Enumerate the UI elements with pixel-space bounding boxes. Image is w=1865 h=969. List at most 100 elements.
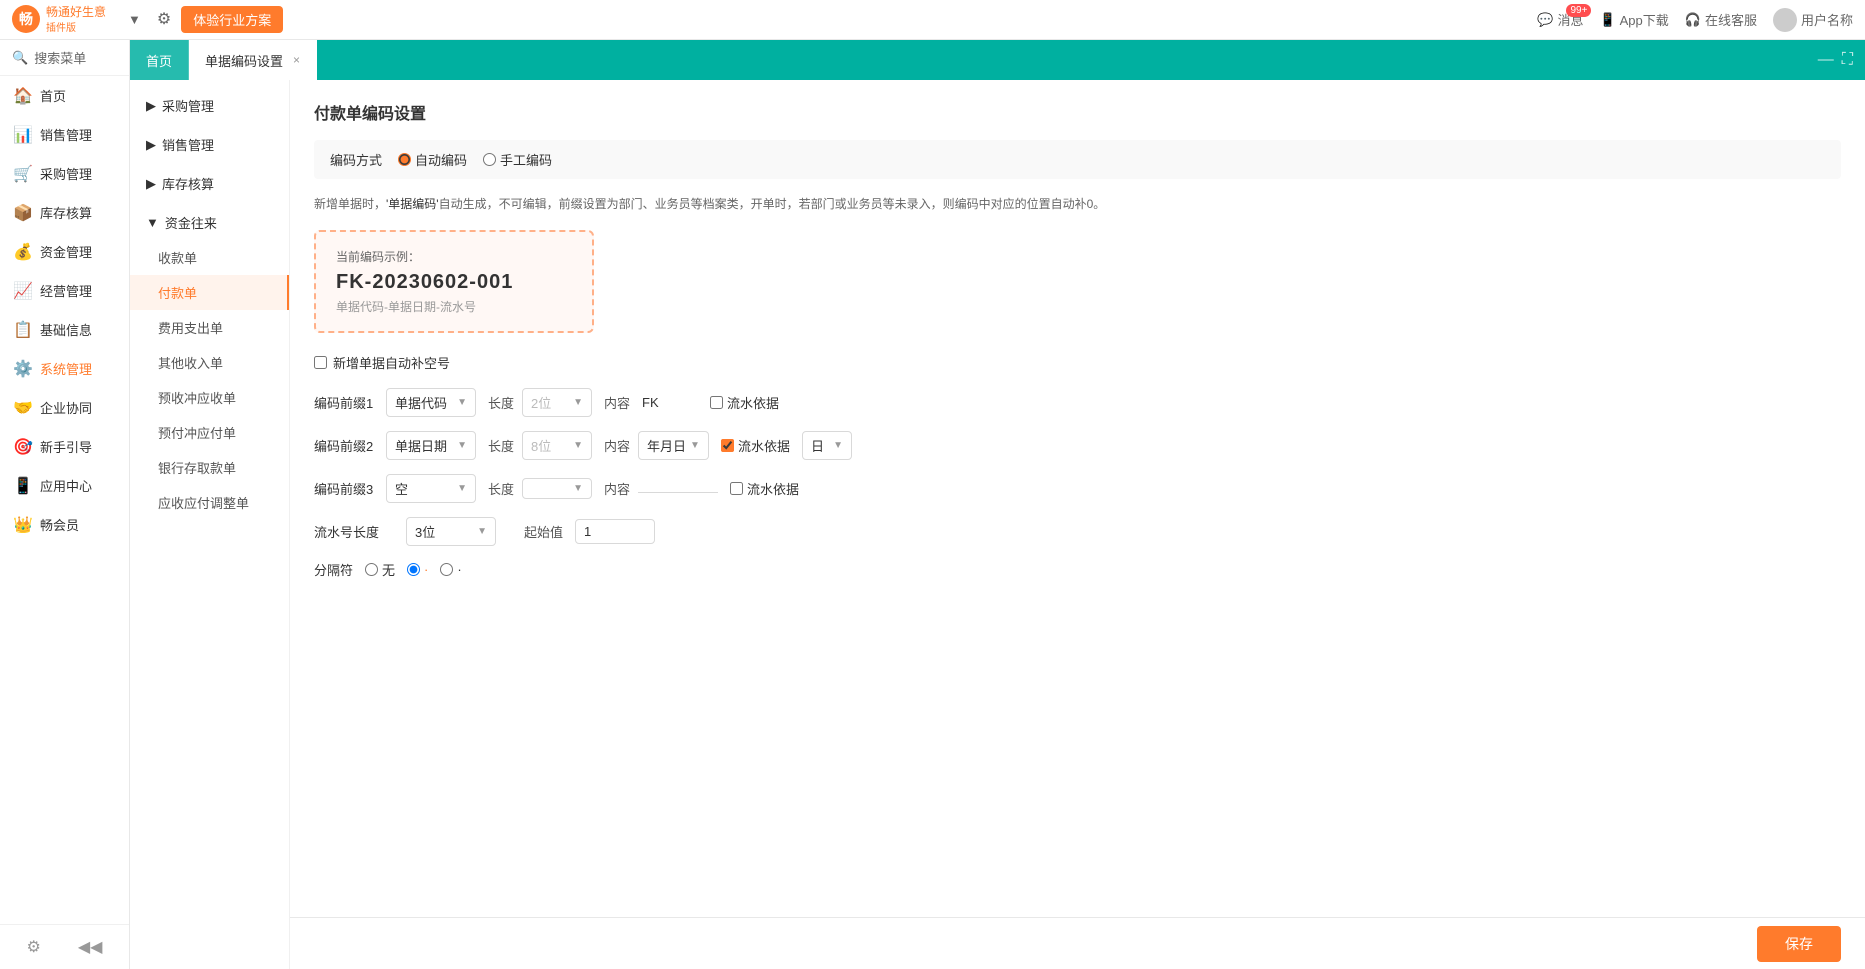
sidebar-item-member[interactable]: 👑 畅会员 — [0, 505, 129, 544]
subnav-item-expense[interactable]: 费用支出单 — [130, 310, 289, 345]
sidebar-settings-btn[interactable]: ⚙ — [23, 933, 45, 961]
encoding-method-row: 编码方式 自动编码 手工编码 — [314, 140, 1841, 179]
length3-select[interactable]: ▼ — [522, 478, 592, 499]
prefix2-select[interactable]: 单据日期 ▼ — [386, 431, 476, 460]
length2-select[interactable]: 8位 ▼ — [522, 431, 592, 460]
stream1-input[interactable] — [710, 396, 723, 409]
manual-encode-option[interactable]: 手工编码 — [483, 150, 552, 169]
length2-label: 长度 — [488, 436, 514, 455]
content2-select[interactable]: 年月日 ▼ — [638, 431, 709, 460]
subnav-inventory-title[interactable]: ▶ 库存核算 — [130, 166, 289, 201]
auto-encode-option[interactable]: 自动编码 — [398, 150, 467, 169]
sep-dash-radio[interactable] — [407, 563, 420, 576]
sidebar-item-sales[interactable]: 📊 销售管理 — [0, 115, 129, 154]
message-icon: 💬 — [1537, 12, 1553, 28]
prefix2-label: 编码前缀2 — [314, 436, 374, 455]
content-with-subnav: ▶ 采购管理 ▶ 销售管理 ▶ 库存核算 — [130, 80, 1865, 969]
sidebar-item-finance[interactable]: 💰 资金管理 — [0, 232, 129, 271]
content1-label: 内容 — [604, 393, 630, 412]
sidebar-item-inventory[interactable]: 📦 库存核算 — [0, 193, 129, 232]
sidebar-item-home[interactable]: 🏠 首页 — [0, 76, 129, 115]
length1-select[interactable]: 2位 ▼ — [522, 388, 592, 417]
prefix3-select[interactable]: 空 ▼ — [386, 474, 476, 503]
sidebar-item-guide[interactable]: 🎯 新手引导 — [0, 427, 129, 466]
inventory-icon: 📦 — [14, 204, 32, 222]
tab-close-btn[interactable]: × — [293, 53, 300, 67]
app-icon: 📱 — [1599, 12, 1615, 28]
start-value-label: 起始值 — [524, 522, 563, 541]
sidebar-item-basic[interactable]: 📋 基础信息 — [0, 310, 129, 349]
tab-encoding-settings[interactable]: 单据编码设置 × — [189, 40, 317, 80]
search-icon: 🔍 — [12, 50, 28, 66]
online-service-btn[interactable]: 🎧 在线客服 — [1685, 10, 1757, 29]
minimize-btn[interactable]: — — [1818, 51, 1834, 69]
length3-arrow-icon: ▼ — [573, 483, 583, 494]
experience-button[interactable]: 体验行业方案 — [181, 6, 283, 33]
serial-length-select[interactable]: 3位 ▼ — [406, 517, 496, 546]
stream1-checkbox[interactable]: 流水依据 — [710, 393, 779, 412]
sep-none-option[interactable]: 无 — [365, 560, 395, 579]
guide-icon: 🎯 — [14, 438, 32, 456]
subnav-item-payment[interactable]: 付款单 — [130, 275, 289, 310]
sidebar-item-operation[interactable]: 📈 经营管理 — [0, 271, 129, 310]
tab-home[interactable]: 首页 — [130, 40, 189, 80]
prefix3-arrow-icon: ▼ — [457, 483, 467, 494]
app-download-btn[interactable]: 📱 App下载 — [1599, 10, 1668, 29]
maximize-btn[interactable]: ⛶ — [1842, 51, 1853, 69]
manual-encode-radio[interactable] — [483, 153, 496, 166]
serial-length-label: 流水号长度 — [314, 522, 394, 541]
day-select[interactable]: 日 ▼ — [802, 431, 852, 460]
length2-group: 长度 8位 ▼ — [488, 431, 592, 460]
user-info[interactable]: 用户名称 — [1773, 8, 1853, 32]
stream3-input[interactable] — [730, 482, 743, 495]
sidebar-item-apps[interactable]: 📱 应用中心 — [0, 466, 129, 505]
sep-none-radio[interactable] — [365, 563, 378, 576]
sep-dash-option[interactable]: · — [407, 562, 428, 577]
sidebar-item-purchase[interactable]: 🛒 采购管理 — [0, 154, 129, 193]
sep-dot-radio[interactable] — [440, 563, 453, 576]
settings-icon[interactable]: ⚙ — [151, 7, 177, 31]
subnav-item-prepay-receive[interactable]: 预收冲应收单 — [130, 380, 289, 415]
sep-dot-option[interactable]: · — [440, 562, 461, 577]
sales-icon: 📊 — [14, 126, 32, 144]
auto-fill-checkbox[interactable] — [314, 356, 327, 369]
user-name: 用户名称 — [1801, 10, 1853, 29]
sidebar-item-coop[interactable]: 🤝 企业协同 — [0, 388, 129, 427]
nav-dropdown-btn[interactable]: ▼ — [122, 10, 147, 29]
stream2-checkbox[interactable]: 流水依据 — [721, 436, 790, 455]
subnav-item-bank-deposit[interactable]: 银行存取款单 — [130, 450, 289, 485]
content2-arrow-icon: ▼ — [690, 440, 700, 451]
info-text: 新增单据时，'单据编码'自动生成，不可编辑，前缀设置为部门、业务员等档案类，开单… — [314, 195, 1841, 214]
sidebar-item-system[interactable]: ⚙️ 系统管理 — [0, 349, 129, 388]
auto-fill-row: 新增单据自动补空号 — [314, 353, 1841, 372]
subnav-item-receipt[interactable]: 收款单 — [130, 240, 289, 275]
content3-group: 内容 — [604, 479, 718, 498]
content1-value: FK — [638, 391, 698, 414]
chevron-down-icon: ▼ — [146, 215, 159, 230]
subnav-item-receivable-adjust[interactable]: 应收应付调整单 — [130, 485, 289, 520]
subnav-sales-title[interactable]: ▶ 销售管理 — [130, 127, 289, 162]
prefix1-label: 编码前缀1 — [314, 393, 374, 412]
subnav-group-inventory: ▶ 库存核算 — [130, 166, 289, 201]
subnav-capital-title[interactable]: ▼ 资金往来 — [130, 205, 289, 240]
subnav-item-prepay-pay[interactable]: 预付冲应付单 — [130, 415, 289, 450]
prefix1-select[interactable]: 单据代码 ▼ — [386, 388, 476, 417]
member-icon: 👑 — [14, 516, 32, 534]
sidebar-collapse-btn[interactable]: ◀◀ — [74, 933, 107, 961]
auto-encode-radio[interactable] — [398, 153, 411, 166]
save-button[interactable]: 保存 — [1757, 926, 1841, 962]
search-menu-btn[interactable]: 🔍 搜索菜单 — [0, 40, 129, 76]
encoding-method-label: 编码方式 — [330, 150, 382, 169]
message-btn[interactable]: 💬 消息 99+ — [1537, 10, 1583, 29]
subnav-item-other-income[interactable]: 其他收入单 — [130, 345, 289, 380]
serial-row: 流水号长度 3位 ▼ 起始值 — [314, 517, 1841, 546]
content-wrapper: 首页 单据编码设置 × — ⛶ ▶ 采购管理 — [130, 40, 1865, 969]
start-value-input[interactable] — [575, 519, 655, 544]
stream2-input[interactable] — [721, 439, 734, 452]
prefix3-row: 编码前缀3 空 ▼ 长度 ▼ 内 — [314, 474, 1841, 503]
content2-group: 内容 年月日 ▼ — [604, 431, 709, 460]
separator-row: 分隔符 无 · · — [314, 560, 1841, 579]
subnav-purchase-title[interactable]: ▶ 采购管理 — [130, 88, 289, 123]
stream3-checkbox[interactable]: 流水依据 — [730, 479, 799, 498]
length1-arrow-icon: ▼ — [573, 397, 583, 408]
